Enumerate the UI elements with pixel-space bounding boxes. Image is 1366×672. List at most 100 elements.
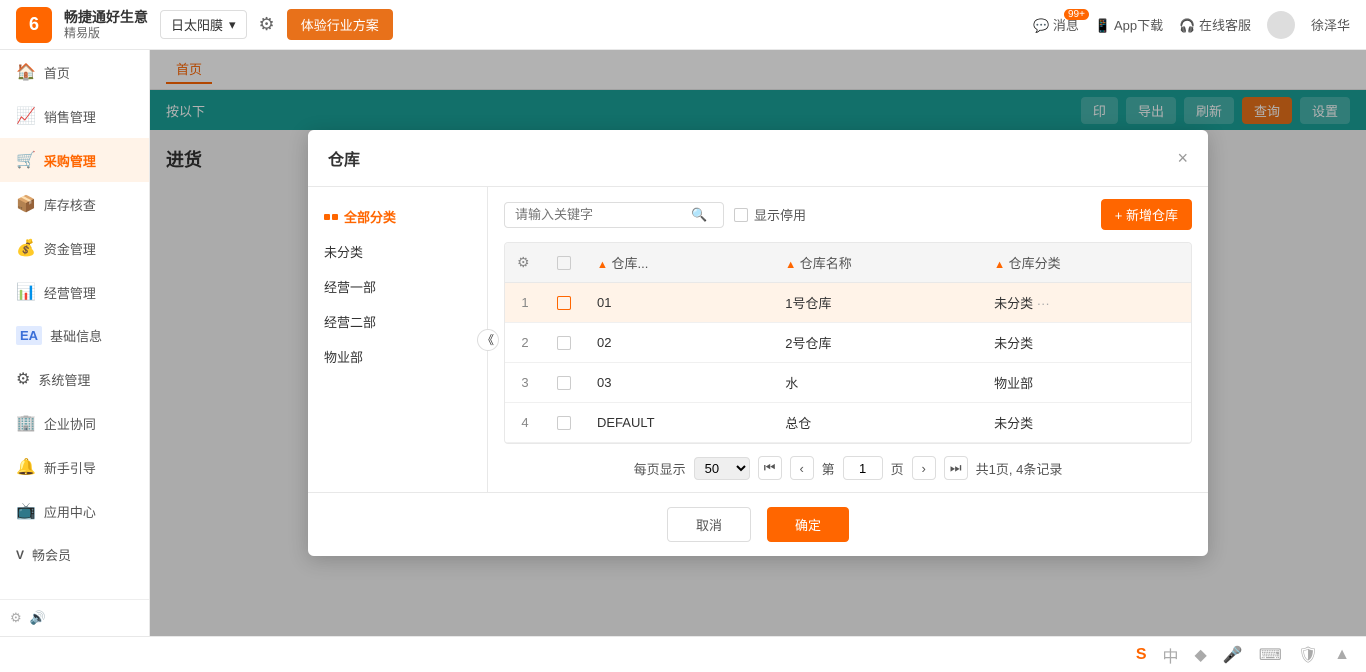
pagination: 每页显示 50 10 20 100 ⏮ ‹ 第 页 — [504, 456, 1192, 480]
sidebar-label-basic: 基础信息 — [50, 326, 102, 345]
row-name-2: 2号仓库 — [773, 323, 982, 363]
cat-property-label: 物业部 — [324, 347, 363, 366]
store-selector[interactable]: 日太阳膜 ▾ — [160, 10, 247, 39]
add-warehouse-btn[interactable]: + 新增仓库 — [1101, 199, 1192, 230]
row-num-4: 4 — [505, 403, 545, 443]
guide-icon: 🔔 — [16, 457, 36, 477]
message-icon: 💬 — [1033, 18, 1049, 33]
row-num-2: 2 — [505, 323, 545, 363]
enterprise-icon: 🏢 — [16, 413, 36, 433]
modal-close-btn[interactable]: × — [1177, 148, 1188, 169]
sales-icon: 📈 — [16, 106, 36, 126]
sidebar-item-operations[interactable]: 📊 经营管理 — [0, 270, 149, 314]
cat-all[interactable]: 全部分类 — [308, 199, 487, 234]
sidebar-item-guide[interactable]: 🔔 新手引导 — [0, 445, 149, 489]
cat-dept2[interactable]: 经营二部 — [308, 304, 487, 339]
row-check-1[interactable] — [545, 283, 585, 323]
page-label: 第 — [822, 459, 835, 478]
message-label: 消息 — [1053, 18, 1079, 33]
user-name: 徐泽华 — [1311, 15, 1350, 34]
row-checkbox-3[interactable] — [557, 376, 571, 390]
finance-icon: 💰 — [16, 238, 36, 258]
row-name-3: 水 — [773, 363, 982, 403]
page-suffix: 页 — [891, 459, 904, 478]
operations-icon: 📊 — [16, 282, 36, 302]
last-page-btn[interactable]: ⏭ — [944, 456, 968, 480]
row-name-4: 总仓 — [773, 403, 982, 443]
select-all-checkbox[interactable] — [557, 256, 571, 270]
settings-icon[interactable]: ⚙ — [259, 14, 275, 35]
th-category: ▲ 仓库分类 — [982, 243, 1191, 283]
row-check-4[interactable] — [545, 403, 585, 443]
category-panel: 全部分类 未分类 经营一部 经营二部 物业部 — [308, 187, 488, 492]
sidebar-item-enterprise[interactable]: 🏢 企业协同 — [0, 401, 149, 445]
app-download[interactable]: 📱 App下载 — [1095, 15, 1163, 34]
sidebar-item-member[interactable]: V 畅会员 — [0, 533, 149, 576]
main-content: 首页 按以下 印 导出 刷新 查询 设置 进货 仓库 × — [150, 50, 1366, 636]
status-icon-1[interactable]: S — [1136, 646, 1147, 664]
sidebar-label-finance: 资金管理 — [44, 239, 96, 258]
search-container: 🔍 — [504, 202, 724, 228]
row-check-3[interactable] — [545, 363, 585, 403]
sidebar-label-sales: 销售管理 — [44, 107, 96, 126]
industry-btn[interactable]: 体验行业方案 — [287, 9, 393, 40]
cat-property[interactable]: 物业部 — [308, 339, 487, 374]
modal-body: 全部分类 未分类 经营一部 经营二部 物业部 — [308, 187, 1208, 492]
prev-page-btn[interactable]: ‹ — [790, 456, 814, 480]
search-icon: 🔍 — [691, 207, 707, 223]
sidebar-item-finance[interactable]: 💰 资金管理 — [0, 226, 149, 270]
sidebar-item-basic[interactable]: EA 基础信息 — [0, 314, 149, 357]
table-row[interactable]: 1 01 1号仓库 未分类 ··· — [505, 283, 1191, 323]
page-input[interactable] — [843, 456, 883, 480]
online-service[interactable]: 🎧 在线客服 — [1179, 15, 1251, 34]
sidebar-item-system[interactable]: ⚙ 系统管理 — [0, 357, 149, 401]
status-icon-5[interactable]: ⌨ — [1259, 645, 1282, 665]
row-checkbox-1[interactable] — [557, 296, 571, 310]
per-page-select[interactable]: 50 10 20 100 — [694, 457, 750, 480]
message-badge[interactable]: 💬 99+ 消息 — [1033, 15, 1079, 34]
sidebar-item-sales[interactable]: 📈 销售管理 — [0, 94, 149, 138]
sidebar-item-inventory[interactable]: 📦 库存核查 — [0, 182, 149, 226]
cat-dept2-label: 经营二部 — [324, 312, 376, 331]
th-code: ▲ 仓库... — [585, 243, 773, 283]
gear-icon[interactable]: ⚙ — [517, 254, 530, 270]
row-checkbox-2[interactable] — [557, 336, 571, 350]
badge-count: 99+ — [1064, 9, 1089, 20]
sidebar-item-purchase[interactable]: 🛒 采购管理 — [0, 138, 149, 182]
cancel-btn[interactable]: 取消 — [667, 507, 751, 542]
status-icon-6[interactable]: 🛡 — [1298, 645, 1318, 665]
row-code-2: 02 — [585, 323, 773, 363]
cat-dept1[interactable]: 经营一部 — [308, 269, 487, 304]
confirm-btn[interactable]: 确定 — [767, 507, 849, 542]
show-disabled-checkbox[interactable] — [734, 208, 748, 222]
settings-bottom-icon[interactable]: ⚙ — [10, 610, 22, 626]
search-input[interactable] — [515, 207, 685, 222]
sidebar-label-apps: 应用中心 — [44, 502, 96, 521]
table-row[interactable]: 3 03 水 物业部 — [505, 363, 1191, 403]
service-icon: 🎧 — [1179, 18, 1195, 33]
first-page-btn[interactable]: ⏮ — [758, 456, 782, 480]
next-page-btn[interactable]: › — [912, 456, 936, 480]
status-icon-7[interactable]: ▲ — [1334, 646, 1350, 664]
per-page-label: 每页显示 — [634, 459, 686, 478]
brand-sub: 精易版 — [64, 26, 148, 42]
modal-footer: 取消 确定 — [308, 492, 1208, 556]
sidebar-item-home[interactable]: 🏠 首页 — [0, 50, 149, 94]
row-num-1: 1 — [505, 283, 545, 323]
table-row[interactable]: 2 02 2号仓库 未分类 — [505, 323, 1191, 363]
status-icon-4[interactable]: 🎤 — [1223, 645, 1243, 665]
purchase-icon: 🛒 — [16, 150, 36, 170]
cat-uncategorized[interactable]: 未分类 — [308, 234, 487, 269]
row-check-2[interactable] — [545, 323, 585, 363]
volume-icon[interactable]: 🔊 — [30, 610, 46, 626]
table-row[interactable]: 4 DEFAULT 总仓 未分类 — [505, 403, 1191, 443]
collapse-panel-btn[interactable]: 《 — [477, 329, 499, 351]
status-icon-3[interactable]: ◆ — [1195, 645, 1207, 665]
sidebar-label-home: 首页 — [44, 63, 70, 82]
sidebar-label-purchase: 采购管理 — [44, 151, 96, 170]
show-disabled-toggle[interactable]: 显示停用 — [734, 205, 806, 224]
row-action-1[interactable]: ··· — [1037, 296, 1050, 311]
sidebar-item-apps[interactable]: 📺 应用中心 — [0, 489, 149, 533]
row-checkbox-4[interactable] — [557, 416, 571, 430]
status-icon-2[interactable]: 中 — [1163, 643, 1179, 667]
